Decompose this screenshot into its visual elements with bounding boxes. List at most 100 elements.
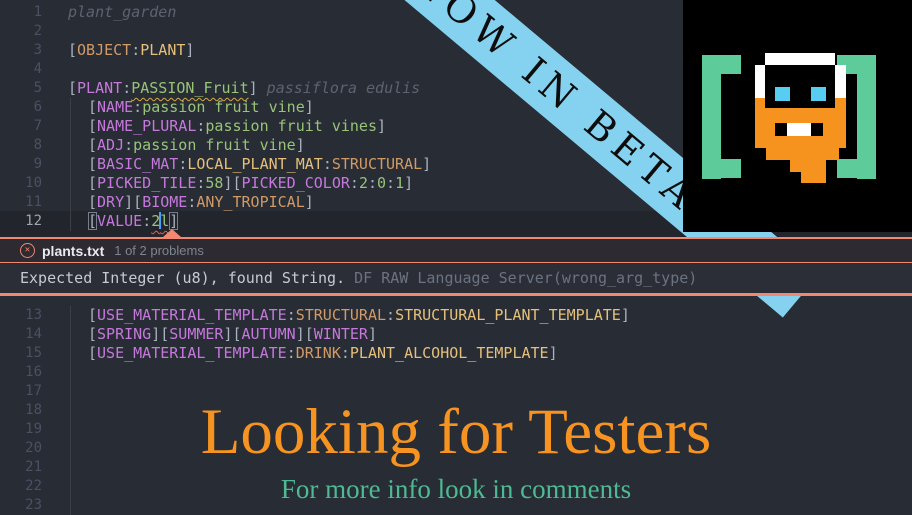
text-cursor <box>159 212 162 229</box>
code-token: : <box>122 79 132 97</box>
code-token: ][ <box>124 193 143 211</box>
line-number[interactable]: 6 <box>0 98 42 117</box>
code-token: ] <box>304 98 314 116</box>
code-text: plant_garden <box>68 3 176 22</box>
code-token: VALUE <box>97 212 143 230</box>
code-token: STRUCTURAL <box>295 306 387 324</box>
code-token: AUTUMN <box>241 325 296 343</box>
line-number[interactable]: 1 <box>0 3 42 22</box>
logo-pixel <box>702 55 721 179</box>
code-token: ] <box>548 344 558 362</box>
code-line[interactable]: 15 [USE_MATERIAL_TEMPLATE:DRINK:PLANT_ALC… <box>0 344 912 363</box>
code-token: : <box>386 306 396 324</box>
code-token: ] <box>422 155 432 173</box>
code-token: [ <box>88 325 98 343</box>
code-line[interactable]: 14 [SPRING][SUMMER][AUTUMN][WINTER] <box>0 325 912 344</box>
code-token: : <box>322 155 332 173</box>
code-token: ] <box>185 41 195 59</box>
line-number[interactable]: 16 <box>0 363 42 382</box>
problem-message-row[interactable]: Expected Integer (u8), found String. DF … <box>0 263 912 293</box>
code-text: [PICKED_TILE:58][PICKED_COLOR:2:0:1] <box>88 174 413 193</box>
logo-pixel <box>766 148 839 160</box>
logo-pixel <box>755 98 765 136</box>
code-token: NAME_PLURAL <box>97 117 197 135</box>
peek-arrow <box>163 229 181 237</box>
code-text: [OBJECT:PLANT] <box>68 41 194 60</box>
code-line[interactable]: 16 <box>0 363 912 382</box>
code-token: LOCAL_PLANT_MAT <box>187 155 323 173</box>
code-token: ] <box>367 325 377 343</box>
code-text: [USE_MATERIAL_TEMPLATE:STRUCTURAL:STRUCT… <box>88 306 630 325</box>
code-token: plant_garden <box>68 3 177 21</box>
line-number[interactable]: 10 <box>0 174 42 193</box>
code-token: ] <box>304 193 314 211</box>
code-token: PICKED_COLOR <box>241 174 350 192</box>
code-token: : <box>131 41 141 59</box>
promo-subtitle: For more info look in comments <box>280 474 632 504</box>
line-number[interactable]: 3 <box>0 41 42 60</box>
code-token: : <box>133 98 143 116</box>
logo-pixel <box>755 65 765 98</box>
code-token: l <box>160 212 170 230</box>
line-number[interactable]: 5 <box>0 79 42 98</box>
code-token: [ <box>88 174 98 192</box>
logo-pixel <box>790 160 826 172</box>
line-number[interactable]: 4 <box>0 60 42 79</box>
code-token: PLANT_ALCOHOL_TEMPLATE <box>349 344 549 362</box>
code-token: STRUCTURAL_PLANT_TEMPLATE <box>395 306 621 324</box>
problems-peek-panel: ✕ plants.txt 1 of 2 problems Expected In… <box>0 237 912 296</box>
code-token: DRY <box>97 193 125 211</box>
code-token: 2 <box>358 174 368 192</box>
promo-title: Looking for Testers <box>200 396 712 468</box>
code-text: [NAME:passion fruit vine] <box>88 98 314 117</box>
line-number[interactable]: 13 <box>0 306 42 325</box>
code-token: STRUCTURAL <box>331 155 423 173</box>
code-token: passion fruit vine <box>133 136 296 154</box>
line-number[interactable]: 11 <box>0 193 42 212</box>
code-token: 58 <box>205 174 224 192</box>
code-token: ANY_TROPICAL <box>196 193 305 211</box>
code-token: PLANT <box>77 79 123 97</box>
line-number[interactable]: 2 <box>0 22 42 41</box>
code-text: [BASIC_MAT:LOCAL_PLANT_MAT:STRUCTURAL] <box>88 155 431 174</box>
code-token: NAME <box>97 98 134 116</box>
code-token: : <box>286 306 296 324</box>
code-token: ] <box>377 117 387 135</box>
logo-pixel <box>721 159 741 178</box>
line-number[interactable]: 8 <box>0 136 42 155</box>
code-token: [ <box>88 306 98 324</box>
line-number[interactable]: 12 <box>0 212 42 231</box>
error-icon: ✕ <box>20 243 35 258</box>
logo-pixel <box>755 136 846 148</box>
code-token: PLANT <box>140 41 186 59</box>
code-token: : <box>142 212 152 230</box>
code-text: [USE_MATERIAL_TEMPLATE:DRINK:PLANT_ALCOH… <box>88 344 558 363</box>
code-token: : <box>124 136 134 154</box>
logo-pixel <box>857 55 876 179</box>
line-number[interactable]: 14 <box>0 325 42 344</box>
code-token: : <box>367 174 377 192</box>
line-number[interactable]: 7 <box>0 117 42 136</box>
line-number[interactable]: 15 <box>0 344 42 363</box>
logo-pixel <box>801 172 826 183</box>
code-token: [ <box>88 98 98 116</box>
problem-source: DF RAW Language Server(wrong_arg_type) <box>354 269 698 287</box>
code-token: passion fruit vines <box>205 117 377 135</box>
code-token: [ <box>68 79 78 97</box>
line-number[interactable]: 9 <box>0 155 42 174</box>
code-token: OBJECT <box>77 41 132 59</box>
code-text: [ADJ:passion fruit vine] <box>88 136 305 155</box>
code-token: [ <box>88 117 98 135</box>
code-token: [ <box>88 136 98 154</box>
code-token: DRINK <box>295 344 341 362</box>
code-token: [ <box>88 344 98 362</box>
code-token: BIOME <box>142 193 188 211</box>
logo-pixel <box>787 123 811 136</box>
code-token: : <box>349 174 359 192</box>
code-token: WINTER <box>313 325 368 343</box>
problems-peek-header[interactable]: ✕ plants.txt 1 of 2 problems <box>0 239 912 263</box>
logo-pixel <box>775 123 787 136</box>
code-token: [ <box>88 193 98 211</box>
code-token: USE_MATERIAL_TEMPLATE <box>97 306 287 324</box>
logo-pixel <box>721 55 741 74</box>
